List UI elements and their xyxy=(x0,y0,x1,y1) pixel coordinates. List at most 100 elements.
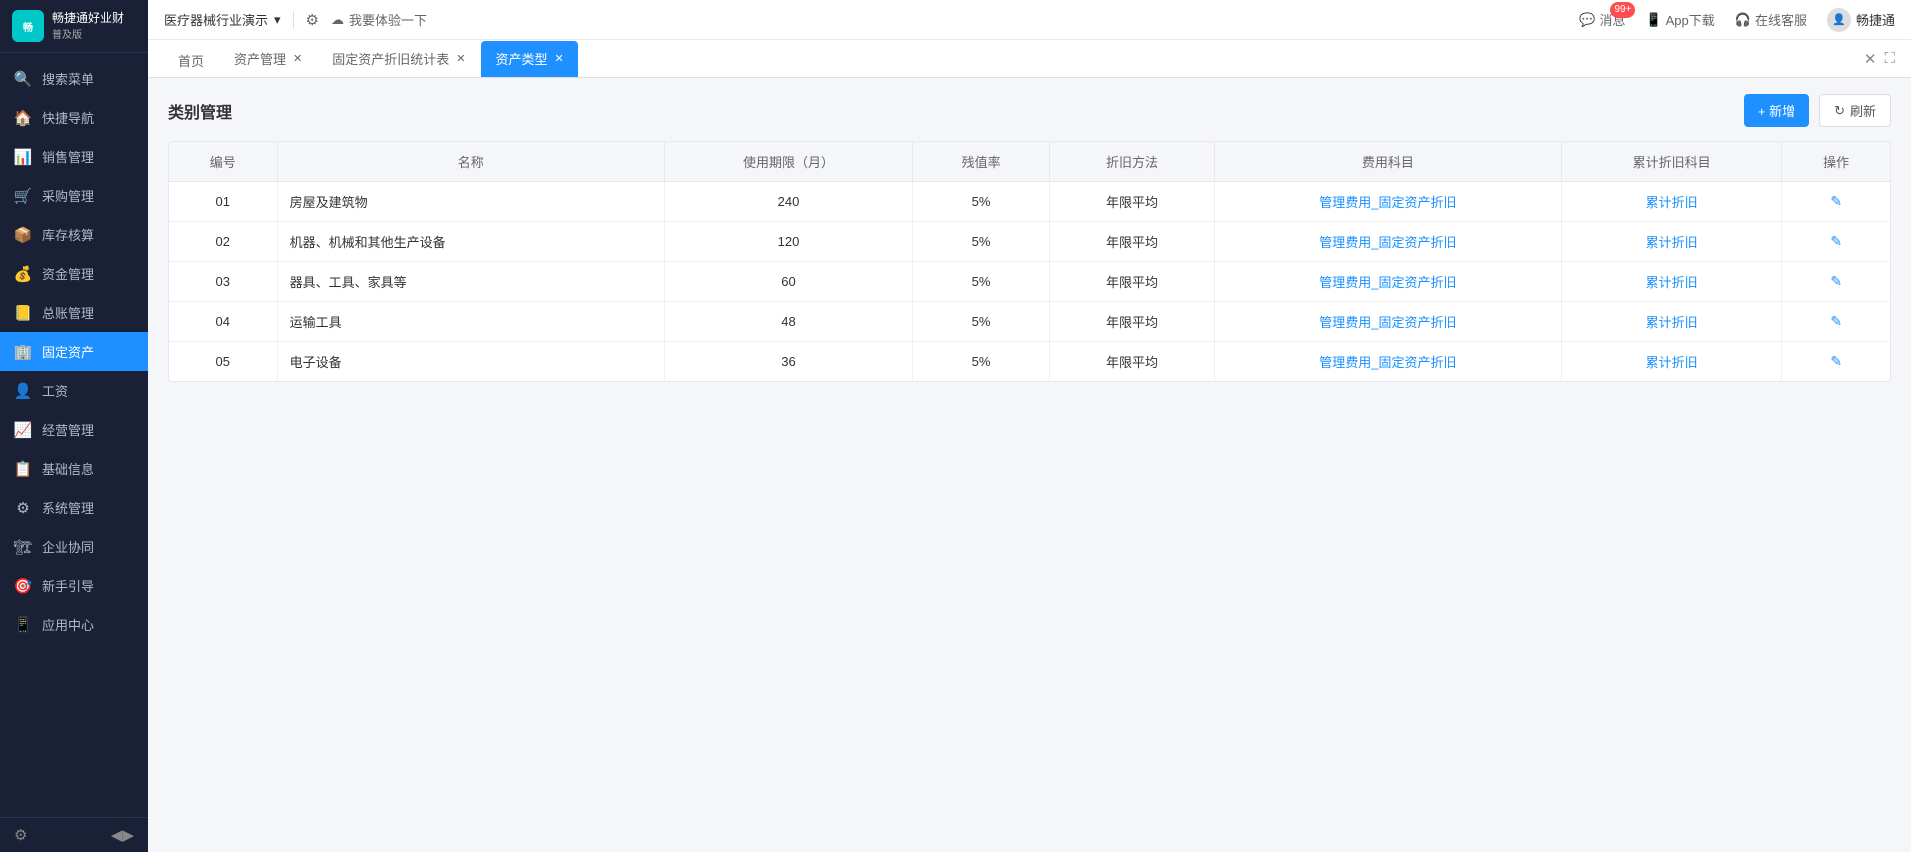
cell-id-4: 05 xyxy=(169,342,277,382)
cell-expense-0: 管理费用_固定资产折旧 xyxy=(1214,182,1561,222)
nav-label-purchase: 采购管理 xyxy=(42,186,94,205)
cell-accumulated-2: 累计折旧 xyxy=(1561,262,1781,302)
tabbar: 首页 资产管理 ✕ 固定资产折旧统计表 ✕ 资产类型 ✕ ✕ ⛶ xyxy=(148,40,1911,78)
sidebar-item-fixed-assets[interactable]: 🏢 固定资产 xyxy=(0,332,148,371)
customer-service-button[interactable]: 🎧 在线客服 xyxy=(1735,10,1807,29)
nav-label-fixed-assets: 固定资产 xyxy=(42,342,94,361)
page-title: 类别管理 xyxy=(168,99,232,123)
tab-asset-type[interactable]: 资产类型 ✕ xyxy=(481,41,577,77)
category-table: 编号 名称 使用期限（月） 残值率 折旧方法 费用科目 累计折旧科目 操作 01… xyxy=(168,141,1891,382)
tab-asset-mgmt-close[interactable]: ✕ xyxy=(293,52,302,65)
nav-icon-capital: 💰 xyxy=(14,265,32,283)
cell-method-4: 年限平均 xyxy=(1050,342,1215,382)
edit-button-4[interactable]: ✎ xyxy=(1830,353,1842,370)
user-avatar: 👤 xyxy=(1827,8,1851,32)
dropdown-icon: ▾ xyxy=(274,12,281,28)
tab-home[interactable]: 首页 xyxy=(164,43,218,77)
app-download-button[interactable]: 📱 App下载 xyxy=(1645,10,1714,29)
cell-name-1: 机器、机械和其他生产设备 xyxy=(277,222,664,262)
sidebar-item-inventory[interactable]: 📦 库存核算 xyxy=(0,215,148,254)
refresh-button[interactable]: ↻ 刷新 xyxy=(1819,94,1891,127)
content-area: 类别管理 + 新增 ↻ 刷新 编号 名称 使用期限（月） 残值率 折旧方法 xyxy=(148,78,1911,852)
app-download-icon: 📱 xyxy=(1645,12,1661,28)
settings-footer-icon[interactable]: ⚙ xyxy=(14,826,27,844)
edit-button-0[interactable]: ✎ xyxy=(1830,193,1842,210)
cell-name-4: 电子设备 xyxy=(277,342,664,382)
sidebar-nav: 🔍 搜索菜单 🏠 快捷导航 📊 销售管理 🛒 采购管理 📦 库存核算 💰 资金管… xyxy=(0,53,148,817)
sidebar-item-guide[interactable]: 🎯 新手引导 xyxy=(0,566,148,605)
new-button[interactable]: + 新增 xyxy=(1744,94,1809,127)
nav-icon-payroll: 👤 xyxy=(14,382,32,400)
sidebar-item-enterprise[interactable]: 🏗 企业协同 xyxy=(0,527,148,566)
nav-label-system: 系统管理 xyxy=(42,498,94,517)
tab-expand-icon[interactable]: ⛶ xyxy=(1884,50,1895,68)
logo-badge: 普及版 xyxy=(52,26,124,41)
nav-label-sales: 销售管理 xyxy=(42,147,94,166)
cell-name-2: 器具、工具、家具等 xyxy=(277,262,664,302)
tab-asset-type-close[interactable]: ✕ xyxy=(555,52,564,65)
tab-depreciation[interactable]: 固定资产折旧统计表 ✕ xyxy=(318,41,479,77)
user-menu[interactable]: 👤 畅捷通 xyxy=(1827,8,1895,32)
topbar-right: 💬 消息 99+ 📱 App下载 🎧 在线客服 👤 畅捷通 xyxy=(1579,8,1895,32)
topbar-settings-icon[interactable]: ⚙ xyxy=(306,11,319,29)
edit-button-3[interactable]: ✎ xyxy=(1830,313,1842,330)
sidebar-item-purchase[interactable]: 🛒 采购管理 xyxy=(0,176,148,215)
nav-label-capital: 资金管理 xyxy=(42,264,94,283)
tab-close-window-icon[interactable]: ✕ xyxy=(1864,50,1877,68)
cell-id-3: 04 xyxy=(169,302,277,342)
edit-button-1[interactable]: ✎ xyxy=(1830,233,1842,250)
nav-label-enterprise: 企业协同 xyxy=(42,537,94,556)
cell-expense-2: 管理费用_固定资产折旧 xyxy=(1214,262,1561,302)
sidebar-item-payroll[interactable]: 👤 工资 xyxy=(0,371,148,410)
nav-label-quick-nav: 快捷导航 xyxy=(42,108,94,127)
page-header: 类别管理 + 新增 ↻ 刷新 xyxy=(168,94,1891,127)
collapse-icon[interactable]: ◀▶ xyxy=(111,826,134,844)
tab-asset-type-label: 资产类型 xyxy=(495,49,547,68)
table-row: 03 器具、工具、家具等 60 5% 年限平均 管理费用_固定资产折旧 累计折旧… xyxy=(169,262,1890,302)
col-accumulated: 累计折旧科目 xyxy=(1561,142,1781,182)
refresh-icon: ↻ xyxy=(1834,103,1845,119)
customer-service-icon: 🎧 xyxy=(1735,12,1751,28)
col-expense: 费用科目 xyxy=(1214,142,1561,182)
sidebar-item-capital[interactable]: 💰 资金管理 xyxy=(0,254,148,293)
tab-asset-mgmt[interactable]: 资产管理 ✕ xyxy=(220,41,316,77)
message-icon: 💬 xyxy=(1579,12,1595,28)
sidebar-item-basic-info[interactable]: 📋 基础信息 xyxy=(0,449,148,488)
message-button[interactable]: 💬 消息 99+ xyxy=(1579,10,1625,29)
sidebar-item-operations[interactable]: 📈 经营管理 xyxy=(0,410,148,449)
logo-icon: 畅 xyxy=(12,10,44,42)
cell-period-3: 48 xyxy=(664,302,912,342)
nav-label-inventory: 库存核算 xyxy=(42,225,94,244)
sidebar-item-quick-nav[interactable]: 🏠 快捷导航 xyxy=(0,98,148,137)
logo-text-block: 畅捷通好业财 普及版 xyxy=(52,11,124,42)
message-badge: 99+ xyxy=(1610,2,1635,18)
nav-icon-quick-nav: 🏠 xyxy=(14,109,32,127)
nav-icon-app-center: 📱 xyxy=(14,616,32,634)
cell-accumulated-3: 累计折旧 xyxy=(1561,302,1781,342)
cell-method-2: 年限平均 xyxy=(1050,262,1215,302)
nav-icon-guide: 🎯 xyxy=(14,577,32,595)
cell-period-2: 60 xyxy=(664,262,912,302)
cell-action-2: ✎ xyxy=(1782,262,1890,302)
cell-expense-1: 管理费用_固定资产折旧 xyxy=(1214,222,1561,262)
cell-id-0: 01 xyxy=(169,182,277,222)
tab-depreciation-close[interactable]: ✕ xyxy=(456,52,465,65)
cell-period-4: 36 xyxy=(664,342,912,382)
header-actions: + 新增 ↻ 刷新 xyxy=(1744,94,1891,127)
sidebar-item-sales[interactable]: 📊 销售管理 xyxy=(0,137,148,176)
sidebar-item-search[interactable]: 🔍 搜索菜单 xyxy=(0,59,148,98)
company-selector[interactable]: 医疗器械行业演示 ▾ xyxy=(164,10,281,29)
edit-button-2[interactable]: ✎ xyxy=(1830,273,1842,290)
sidebar-item-ledger[interactable]: 📒 总账管理 xyxy=(0,293,148,332)
col-period: 使用期限（月） xyxy=(664,142,912,182)
sidebar-item-system[interactable]: ⚙ 系统管理 xyxy=(0,488,148,527)
cell-residual-1: 5% xyxy=(913,222,1050,262)
tab-home-label: 首页 xyxy=(178,51,204,70)
col-residual: 残值率 xyxy=(913,142,1050,182)
app-download-label: App下载 xyxy=(1666,10,1715,29)
sidebar-item-app-center[interactable]: 📱 应用中心 xyxy=(0,605,148,644)
col-action: 操作 xyxy=(1782,142,1890,182)
company-name: 医疗器械行业演示 xyxy=(164,10,268,29)
trial-button[interactable]: ☁ 我要体验一下 xyxy=(331,10,427,29)
cell-expense-4: 管理费用_固定资产折旧 xyxy=(1214,342,1561,382)
